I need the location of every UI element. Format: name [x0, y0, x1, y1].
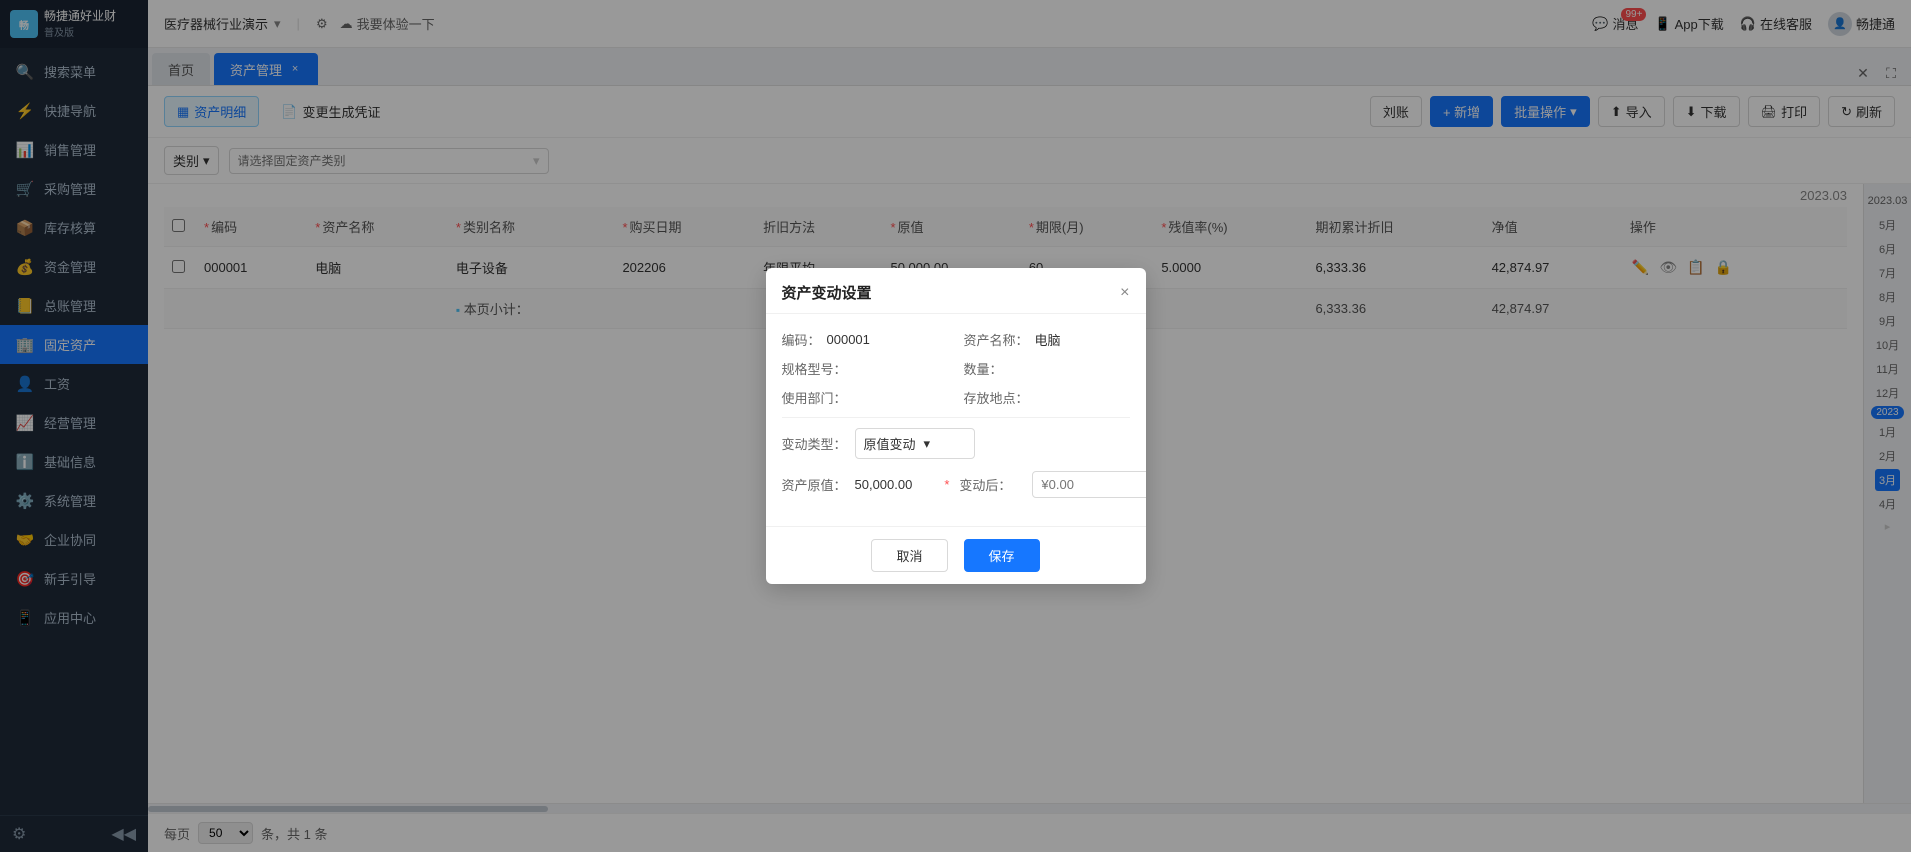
dialog-dept-field: 使用部门：	[782, 388, 948, 407]
dialog-divider	[782, 417, 1130, 418]
change-type-label: 变动类型：	[782, 434, 847, 453]
dialog-code-field: 编码： 000001	[782, 330, 948, 349]
after-change-input[interactable]	[1032, 471, 1145, 498]
dialog-quantity-field: 数量：	[964, 359, 1130, 378]
location-label: 存放地点：	[964, 388, 1029, 407]
change-type-select[interactable]: 原值变动 ▾	[855, 428, 975, 459]
dialog-header: 资产变动设置 ×	[766, 268, 1146, 314]
save-button[interactable]: 保存	[964, 539, 1040, 572]
dialog-close-btn[interactable]: ×	[1120, 284, 1129, 302]
asset-name-value: 电脑	[1035, 330, 1061, 349]
dialog-value-row: 资产原值： 50,000.00 * 变动后：	[782, 471, 1130, 498]
code-label: 编码：	[782, 330, 821, 349]
dialog-location-field: 存放地点：	[964, 388, 1130, 407]
required-mark: *	[944, 477, 949, 492]
after-change-label: 变动后：	[959, 475, 1024, 494]
cancel-button[interactable]: 取消	[871, 539, 947, 572]
dialog-footer: 取消 保存	[766, 526, 1146, 584]
asset-change-dialog: 资产变动设置 × 编码： 000001 资产名称： 电脑 规格型号：	[766, 268, 1146, 584]
dialog-title: 资产变动设置	[782, 282, 872, 303]
dialog-row-3: 使用部门： 存放地点：	[782, 388, 1130, 407]
quantity-label: 数量：	[964, 359, 1003, 378]
modal-overlay[interactable]: 资产变动设置 × 编码： 000001 资产名称： 电脑 规格型号：	[0, 0, 1911, 852]
code-value: 000001	[827, 332, 870, 347]
asset-original-value: 50,000.00	[855, 477, 913, 492]
spec-label: 规格型号：	[782, 359, 847, 378]
dialog-row-2: 规格型号： 数量：	[782, 359, 1130, 378]
asset-name-label: 资产名称：	[964, 330, 1029, 349]
asset-original-label: 资产原值：	[782, 475, 847, 494]
dept-label: 使用部门：	[782, 388, 847, 407]
dialog-change-type-row: 变动类型： 原值变动 ▾	[782, 428, 1130, 459]
dialog-asset-name-field: 资产名称： 电脑	[964, 330, 1130, 349]
change-type-value: 原值变动	[864, 434, 916, 453]
dialog-row-1: 编码： 000001 资产名称： 电脑	[782, 330, 1130, 349]
dialog-body: 编码： 000001 资产名称： 电脑 规格型号： 数量：	[766, 314, 1146, 526]
dialog-spec-field: 规格型号：	[782, 359, 948, 378]
change-type-dropdown-icon: ▾	[924, 436, 931, 452]
